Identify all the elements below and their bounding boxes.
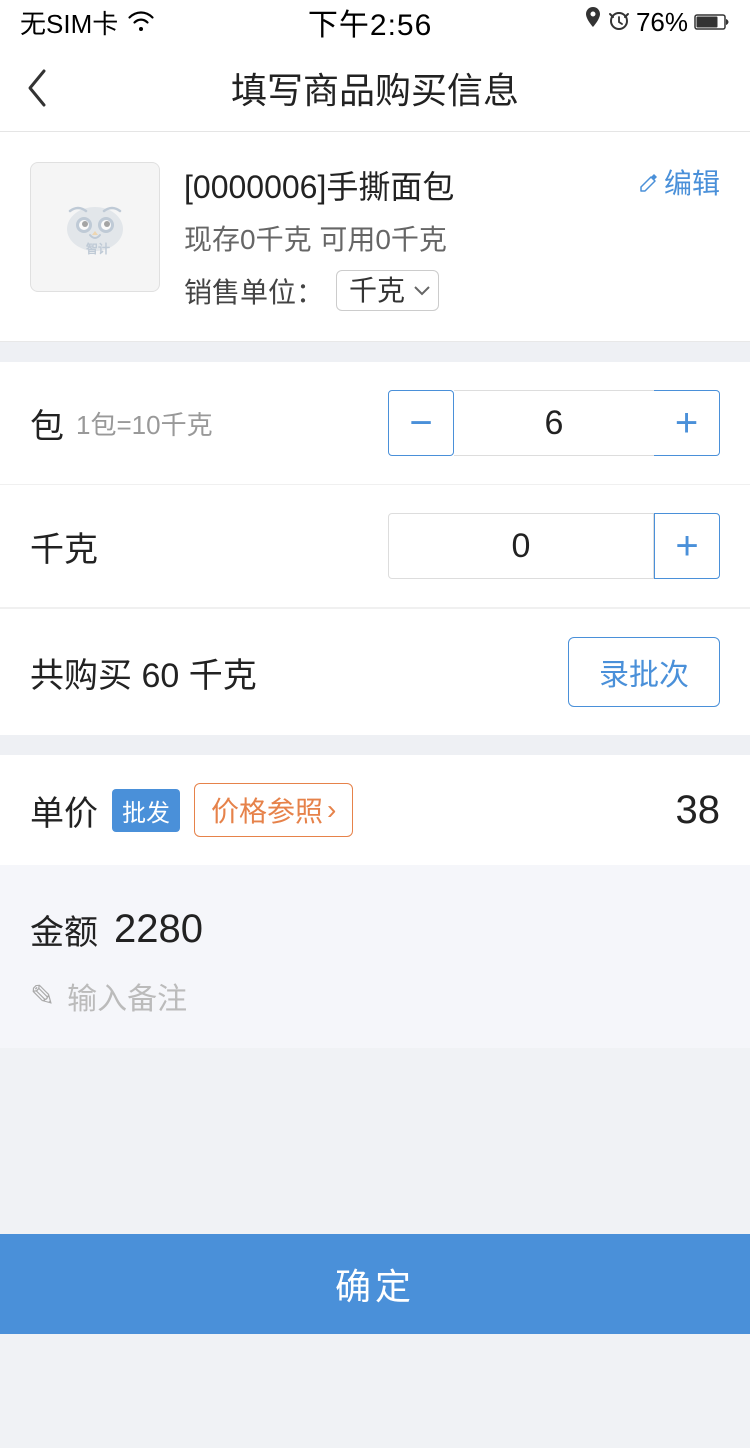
qty-plus-bao[interactable]: +: [654, 390, 720, 456]
qty-minus-bao[interactable]: −: [388, 390, 454, 456]
product-thumbnail: 智计: [30, 162, 160, 292]
remark-icon: ✎: [30, 979, 55, 1014]
separator-2: [0, 735, 750, 755]
price-label: 单价: [30, 786, 98, 835]
separator-1: [0, 342, 750, 362]
qty-row-kg: 千克 +: [0, 485, 750, 608]
total-label: 共购买 60 千克: [30, 648, 257, 697]
product-name: [0000006]手撕面包: [184, 162, 626, 208]
price-ref-arrow: ›: [327, 794, 336, 826]
status-right: 76%: [584, 7, 730, 38]
back-button[interactable]: [24, 67, 48, 109]
amount-row: 金额 2280: [30, 895, 720, 974]
qty-input-kg[interactable]: [388, 513, 654, 579]
qty-unit-kg: 千克: [30, 522, 98, 571]
qty-label-bao: 包 1包=10千克: [30, 399, 213, 448]
product-unit-row: 销售单位： 千克 包 克: [184, 270, 720, 311]
nav-bar: 填写商品购买信息: [0, 44, 750, 132]
quantity-section: 包 1包=10千克 − + 千克 +: [0, 362, 750, 608]
product-stock: 现存0千克 可用0千克: [184, 218, 720, 258]
edit-button[interactable]: 编辑: [638, 162, 720, 202]
carrier-label: 无SIM卡: [20, 4, 118, 41]
qty-control-kg: +: [388, 513, 720, 579]
remark-placeholder: 输入备注: [67, 974, 187, 1018]
alarm-icon: [608, 7, 630, 38]
status-left: 无SIM卡: [20, 4, 156, 41]
price-value: 38: [676, 788, 721, 833]
product-card: 智计 [0000006]手撕面包 编辑 现存0千克 可用0千克 销售单位： 千克: [0, 132, 750, 342]
total-unit: 千克: [189, 657, 257, 695]
unit-select[interactable]: 千克 包 克: [336, 270, 439, 311]
status-bar: 无SIM卡 下午2:56 76%: [0, 0, 750, 44]
battery-icon: [694, 7, 730, 38]
amount-section: 金额 2280 ✎ 输入备注: [0, 865, 750, 1048]
wifi-icon: [126, 7, 156, 38]
total-row: 共购买 60 千克 录批次: [0, 608, 750, 735]
qty-control-bao: − +: [388, 390, 720, 456]
unit-label: 销售单位：: [184, 271, 324, 311]
price-left: 单价 批发 价格参照 ›: [30, 783, 353, 837]
price-ref-button[interactable]: 价格参照 ›: [194, 783, 353, 837]
confirm-bar[interactable]: 确定: [0, 1234, 750, 1334]
page-title: 填写商品购买信息: [231, 62, 519, 114]
batch-tag: 批发: [112, 789, 180, 832]
remark-row[interactable]: ✎ 输入备注: [30, 974, 720, 1048]
confirm-label: 确定: [335, 1258, 415, 1310]
qty-row-bao: 包 1包=10千克 − +: [0, 362, 750, 485]
record-batch-button[interactable]: 录批次: [568, 637, 720, 707]
amount-value: 2280: [114, 907, 203, 952]
battery-percent: 76%: [636, 7, 688, 38]
qty-input-bao[interactable]: [454, 390, 654, 456]
qty-label-kg: 千克: [30, 522, 98, 571]
svg-text:智计: 智计: [85, 241, 110, 256]
total-amount: 60: [141, 657, 179, 695]
amount-label: 金额: [30, 905, 98, 954]
product-top-row: [0000006]手撕面包 编辑: [184, 162, 720, 208]
product-info: [0000006]手撕面包 编辑 现存0千克 可用0千克 销售单位： 千克 包 …: [184, 162, 720, 311]
location-icon: [584, 7, 602, 38]
qty-hint-bao: 1包=10千克: [76, 405, 213, 442]
price-section: 单价 批发 价格参照 › 38: [0, 755, 750, 865]
qty-unit-bao: 包: [30, 399, 64, 448]
status-time: 下午2:56: [308, 0, 432, 44]
qty-plus-kg[interactable]: +: [654, 513, 720, 579]
